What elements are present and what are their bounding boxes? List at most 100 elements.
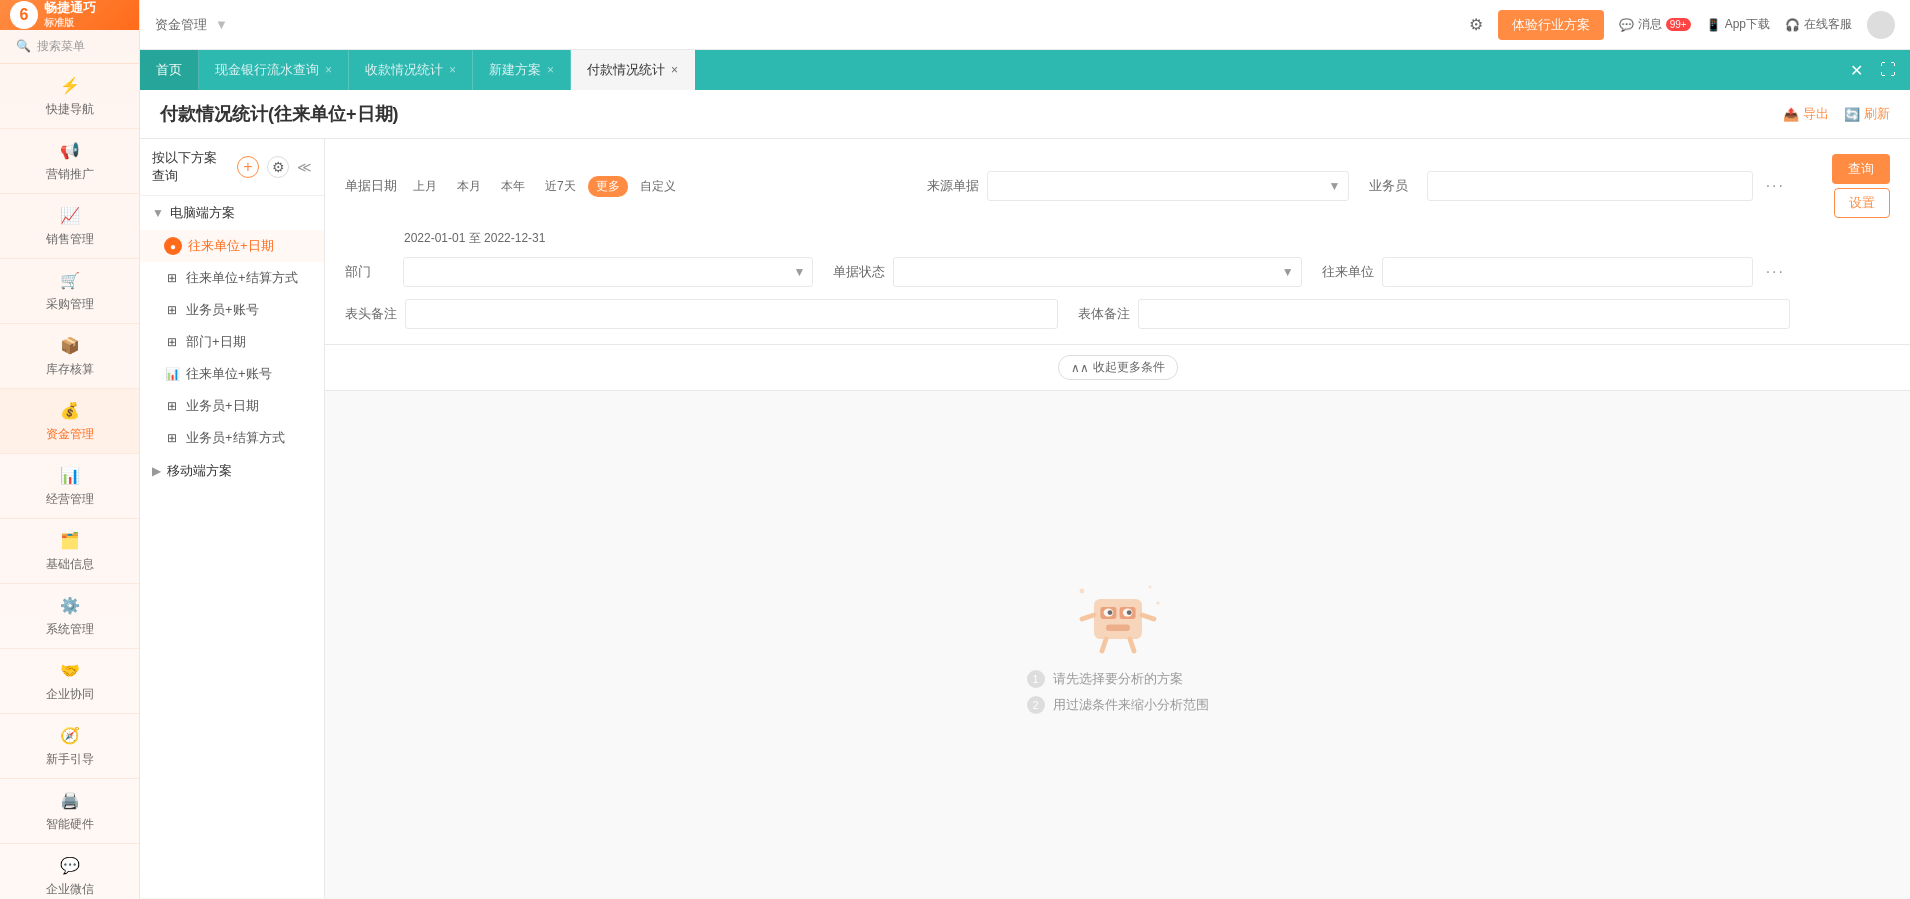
body-note-label: 表体备注 xyxy=(1078,305,1130,323)
date-btn-more[interactable]: 更多 xyxy=(588,176,628,197)
scheme-icon: ⊞ xyxy=(164,270,180,286)
query-button[interactable]: 查询 xyxy=(1832,154,1890,184)
tab-new-scheme[interactable]: 新建方案 × xyxy=(473,50,571,90)
settings-icon[interactable]: ⚙ xyxy=(1469,15,1483,34)
filter-status-item: 单据状态 ▼ xyxy=(833,257,1301,287)
filter-settings-button[interactable]: 设置 xyxy=(1834,188,1890,218)
staff-more-button[interactable]: ··· xyxy=(1761,177,1790,195)
scheme-desktop-items: ● 往来单位+日期 ⊞ 往来单位+结算方式 ⊞ 业务员+账号 ⊞ 部门+日期 xyxy=(140,230,324,454)
partner-more-button[interactable]: ··· xyxy=(1761,263,1790,281)
sidebar-item-inventory[interactable]: 📦 库存核算 xyxy=(0,324,139,389)
filter-header-note-item: 表头备注 xyxy=(345,299,1058,329)
scheme-icon: ⊞ xyxy=(164,398,180,414)
sidebar-item-hardware[interactable]: 🖨️ 智能硬件 xyxy=(0,779,139,844)
sidebar-nav: ⚡ 快捷导航 📢 营销推广 📈 销售管理 🛒 采购管理 📦 库存核算 💰 资金管… xyxy=(0,64,139,899)
source-select[interactable] xyxy=(987,171,1349,201)
user-avatar[interactable] xyxy=(1867,11,1895,39)
collapse-more-button[interactable]: ∧∧ 收起更多条件 xyxy=(1058,355,1178,380)
sidebar-item-marketing[interactable]: 📢 营销推广 xyxy=(0,129,139,194)
message-button[interactable]: 💬 消息 99+ xyxy=(1619,16,1691,33)
sidebar-item-operation[interactable]: 📊 经营管理 xyxy=(0,454,139,519)
empty-state: 1 请先选择要分析的方案 2 用过滤条件来缩小分析范围 xyxy=(325,391,1910,898)
scheme-desktop-title[interactable]: ▼ 电脑端方案 xyxy=(140,196,324,230)
scheme-item-partner-account[interactable]: 📊 往来单位+账号 xyxy=(140,358,324,390)
date-btn-7days[interactable]: 近7天 xyxy=(537,175,584,198)
wechat-icon: 💬 xyxy=(58,854,82,878)
dept-select[interactable] xyxy=(403,257,813,287)
header-note-label: 表头备注 xyxy=(345,305,397,323)
sidebar-item-sales[interactable]: 📈 销售管理 xyxy=(0,194,139,259)
collapse-up-icon: ∧∧ xyxy=(1071,361,1089,375)
date-btn-custom[interactable]: 自定义 xyxy=(632,175,684,198)
tip-num-1: 1 xyxy=(1027,670,1045,688)
partner-input[interactable] xyxy=(1382,257,1753,287)
basic-icon: 🗂️ xyxy=(58,529,82,553)
sidebar-item-quick-nav[interactable]: ⚡ 快捷导航 xyxy=(0,64,139,129)
scheme-item-partner-date[interactable]: ● 往来单位+日期 xyxy=(140,230,324,262)
status-select[interactable] xyxy=(893,257,1301,287)
tab-payment-close[interactable]: × xyxy=(671,63,678,77)
date-btn-last-month[interactable]: 上月 xyxy=(405,175,445,198)
tab-bank-close[interactable]: × xyxy=(325,63,332,77)
tab-home[interactable]: 首页 xyxy=(140,50,199,90)
tab-receipt-close[interactable]: × xyxy=(449,63,456,77)
status-select-wrapper: ▼ xyxy=(893,257,1301,287)
sidebar-item-purchase[interactable]: 🛒 采购管理 xyxy=(0,259,139,324)
refresh-button[interactable]: 🔄 刷新 xyxy=(1844,105,1890,123)
search-icon: 🔍 xyxy=(16,39,31,53)
tab-payment[interactable]: 付款情况统计 × xyxy=(571,50,695,90)
body-note-input[interactable] xyxy=(1138,299,1791,329)
inventory-icon: 📦 xyxy=(58,334,82,358)
scheme-settings-button[interactable]: ⚙ xyxy=(267,156,289,178)
tabs-fullscreen-button[interactable]: ⛶ xyxy=(1876,58,1900,82)
filter-actions: 查询 设置 xyxy=(1810,154,1890,218)
date-range-row: 2022-01-01 至 2022-12-31 xyxy=(345,230,1890,247)
sidebar-item-basic[interactable]: 🗂️ 基础信息 xyxy=(0,519,139,584)
mobile-collapse-arrow: ▶ xyxy=(152,464,161,478)
scheme-mobile-title[interactable]: ▶ 移动端方案 xyxy=(140,454,324,488)
top-header: 资金管理 ▼ ⚙ 体验行业方案 💬 消息 99+ 📱 App下载 🎧 在线客服 xyxy=(140,0,1910,50)
phone-icon: 📱 xyxy=(1706,18,1721,32)
hardware-icon: 🖨️ xyxy=(58,789,82,813)
header-note-input[interactable] xyxy=(405,299,1058,329)
system-icon: ⚙️ xyxy=(58,594,82,618)
staff-input[interactable] xyxy=(1427,171,1753,201)
empty-illustration xyxy=(1068,575,1168,655)
date-btn-this-month[interactable]: 本月 xyxy=(449,175,489,198)
tab-bank[interactable]: 现金银行流水查询 × xyxy=(199,50,349,90)
sidebar-item-enterprise[interactable]: 🤝 企业协同 xyxy=(0,649,139,714)
sidebar-logo: 6 畅捷通巧 标准版 xyxy=(0,0,139,30)
filter-row-2: 部门 ▼ 单据状态 ▼ 往来单位 xyxy=(345,257,1890,287)
dept-label: 部门 xyxy=(345,263,395,281)
sidebar-item-capital[interactable]: 💰 资金管理 xyxy=(0,389,139,454)
tab-new-scheme-close[interactable]: × xyxy=(547,63,554,77)
sidebar-item-guide[interactable]: 🧭 新手引导 xyxy=(0,714,139,779)
sidebar-item-wechat[interactable]: 💬 企业微信 xyxy=(0,844,139,899)
date-btn-this-year[interactable]: 本年 xyxy=(493,175,533,198)
date-quick-buttons: 上月 本月 本年 近7天 更多 自定义 xyxy=(405,175,684,198)
scheme-add-button[interactable]: + xyxy=(237,156,259,178)
online-service-button[interactable]: 🎧 在线客服 xyxy=(1785,16,1852,33)
sales-icon: 📈 xyxy=(58,204,82,228)
svg-line-5 xyxy=(1142,615,1154,619)
desktop-collapse-arrow: ▼ xyxy=(152,206,164,220)
app-download-button[interactable]: 📱 App下载 xyxy=(1706,16,1770,33)
svg-point-12 xyxy=(1079,589,1084,594)
marketing-icon: 📢 xyxy=(58,139,82,163)
experience-button[interactable]: 体验行业方案 xyxy=(1498,10,1604,40)
scheme-collapse-button[interactable]: ≪ xyxy=(297,159,312,175)
tab-receipt[interactable]: 收款情况统计 × xyxy=(349,50,473,90)
scheme-item-partner-settle[interactable]: ⊞ 往来单位+结算方式 xyxy=(140,262,324,294)
scheme-item-staff-account[interactable]: ⊞ 业务员+账号 xyxy=(140,294,324,326)
tabs-close-button[interactable]: ✕ xyxy=(1844,58,1868,82)
export-button[interactable]: 📤 导出 xyxy=(1783,105,1829,123)
scheme-desktop-section: ▼ 电脑端方案 ● 往来单位+日期 ⊞ 往来单位+结算方式 ⊞ 业务员+账号 xyxy=(140,196,324,454)
page-title: 付款情况统计(往来单位+日期) xyxy=(160,102,399,126)
scheme-item-staff-date[interactable]: ⊞ 业务员+日期 xyxy=(140,390,324,422)
scheme-panel: 按以下方案查询 + ⚙ ≪ ▼ 电脑端方案 ● 往来单位+日期 ⊞ xyxy=(140,139,325,898)
scheme-item-dept-date[interactable]: ⊞ 部门+日期 xyxy=(140,326,324,358)
svg-point-10 xyxy=(1107,610,1112,615)
sidebar-search[interactable]: 🔍 搜索菜单 xyxy=(0,30,139,64)
scheme-item-staff-settle[interactable]: ⊞ 业务员+结算方式 xyxy=(140,422,324,454)
sidebar-item-system[interactable]: ⚙️ 系统管理 xyxy=(0,584,139,649)
